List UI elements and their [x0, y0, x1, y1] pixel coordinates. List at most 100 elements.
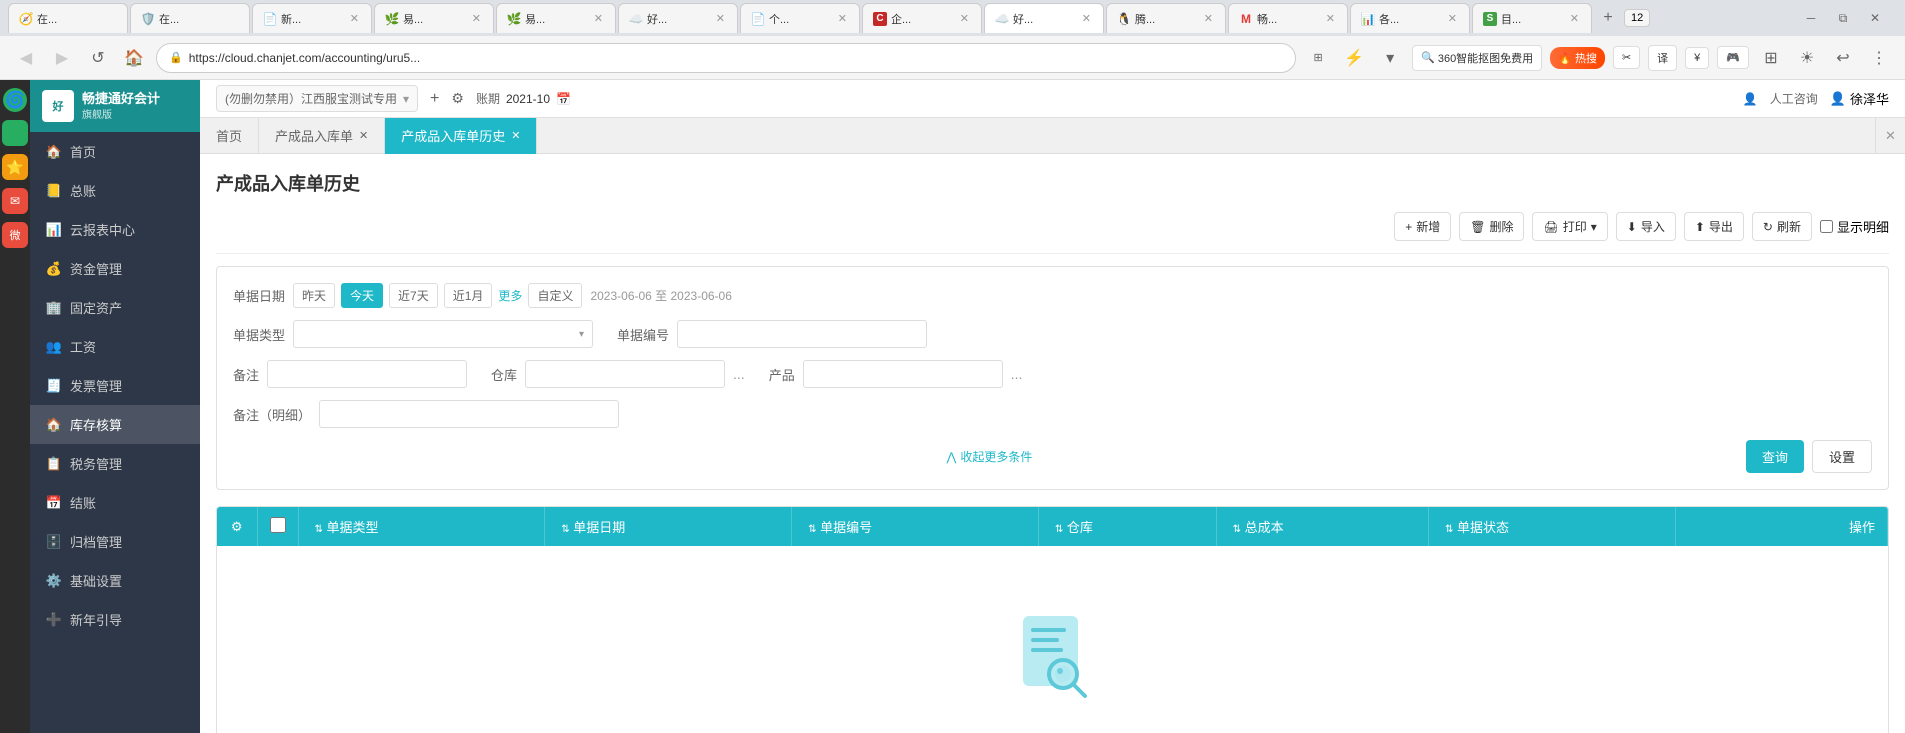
company-selector[interactable]: (勿删勿禁用）江西服宝测试专用 ▾	[216, 85, 418, 112]
tab-8-close[interactable]: ✕	[958, 11, 971, 26]
sidebar-item-new-guide[interactable]: ➕ 新年引导	[30, 600, 200, 639]
home-button[interactable]: 🏠	[120, 44, 148, 72]
tab-home[interactable]: 首页	[200, 118, 259, 154]
sidebar-item-close[interactable]: 📅 结账	[30, 483, 200, 522]
browser-tab-13[interactable]: S 目... ✕	[1472, 3, 1592, 33]
product-input[interactable]	[803, 360, 1003, 388]
browser-tab-11[interactable]: M 畅... ✕	[1228, 3, 1348, 33]
detail-remark-input[interactable]	[319, 400, 619, 428]
sidebar-item-basic[interactable]: ⚙️ 基础设置	[30, 561, 200, 600]
sidebar-item-fund[interactable]: 💰 资金管理	[30, 249, 200, 288]
hot-search-button[interactable]: 🔥 热搜	[1550, 47, 1605, 69]
tab-5-close[interactable]: ✕	[592, 11, 605, 26]
add-company-button[interactable]: +	[430, 90, 439, 108]
browser-tab-9[interactable]: ☁️ 好... ✕	[984, 3, 1104, 33]
print-button[interactable]: 🖨 打印 ▾	[1532, 212, 1607, 241]
yesterday-button[interactable]: 昨天	[293, 283, 335, 308]
app-logo[interactable]: 🌀	[3, 88, 27, 112]
warehouse-dots[interactable]: ...	[733, 366, 745, 382]
custom-date-button[interactable]: 自定义	[528, 283, 582, 308]
forward-button[interactable]: ▶	[48, 44, 76, 72]
import-button[interactable]: ⬇ 导入	[1616, 212, 1676, 241]
tab-9-close[interactable]: ✕	[1080, 11, 1093, 26]
calendar-icon[interactable]: 📅	[556, 92, 571, 106]
sidebar-item-home[interactable]: 🏠 首页	[30, 132, 200, 171]
sidebar-item-payroll[interactable]: 👥 工资	[30, 327, 200, 366]
tab-4-close[interactable]: ✕	[470, 11, 483, 26]
refresh-page-button[interactable]: ↻ 刷新	[1752, 212, 1812, 241]
tab-13-close[interactable]: ✕	[1568, 11, 1581, 26]
tab-count-badge[interactable]: 12	[1624, 9, 1650, 27]
browser-tab-3[interactable]: 📄 新... ✕	[252, 3, 372, 33]
more-button[interactable]: ⋮	[1865, 44, 1893, 72]
col-voucher-no[interactable]: ⇅ 单据编号	[792, 507, 1039, 546]
col-warehouse[interactable]: ⇅ 仓库	[1038, 507, 1216, 546]
extensions-button[interactable]: ⊞	[1304, 44, 1332, 72]
select-all-checkbox[interactable]	[270, 517, 286, 533]
app-icon-mail[interactable]: ✉	[2, 188, 28, 214]
lightning-button[interactable]: ⚡	[1340, 44, 1368, 72]
app-icon-star[interactable]: ⭐	[2, 154, 28, 180]
close-button[interactable]: ✕	[1861, 4, 1889, 32]
export-button[interactable]: ⬆ 导出	[1684, 212, 1744, 241]
voucher-type-select[interactable]: ▾	[293, 320, 593, 348]
address-dropdown[interactable]: ▾	[1376, 44, 1404, 72]
warehouse-input[interactable]	[525, 360, 725, 388]
sidebar-item-fixed[interactable]: 🏢 固定资产	[30, 288, 200, 327]
tab-list[interactable]: 产成品入库单 ✕	[259, 118, 385, 154]
tab-history[interactable]: 产成品入库单历史 ✕	[385, 118, 537, 154]
browser-tab-4[interactable]: 🌿 易... ✕	[374, 3, 494, 33]
voucher-no-input[interactable]	[677, 320, 927, 348]
back-button[interactable]: ◀	[12, 44, 40, 72]
week-button[interactable]: 近7天	[389, 283, 438, 308]
tab-3-close[interactable]: ✕	[348, 11, 361, 26]
tab-11-close[interactable]: ✕	[1324, 11, 1337, 26]
tab-12-close[interactable]: ✕	[1446, 11, 1459, 26]
close-panel-button[interactable]: ✕	[1875, 118, 1905, 154]
browser-tab-6[interactable]: ☁️ 好... ✕	[618, 3, 738, 33]
product-dots[interactable]: ...	[1011, 366, 1023, 382]
browser-tab-10[interactable]: 🐧 腾... ✕	[1106, 3, 1226, 33]
app-icon-green[interactable]	[2, 120, 28, 146]
user-service-link[interactable]: 👤 人工咨询	[1743, 90, 1818, 107]
undo-button[interactable]: ↩	[1829, 44, 1857, 72]
user-avatar[interactable]: 👤 徐泽华	[1830, 89, 1889, 108]
settings-icon[interactable]: ⚙	[451, 90, 464, 107]
show-detail-checkbox[interactable]: 显示明细	[1820, 217, 1889, 236]
collapse-button[interactable]: ⋀ 收起更多条件	[947, 448, 1033, 465]
sidebar-item-tax[interactable]: 📋 税务管理	[30, 444, 200, 483]
restore-button[interactable]: ⧉	[1829, 4, 1857, 32]
tab-add-button[interactable]: +	[1594, 4, 1622, 32]
col-voucher-date[interactable]: ⇅ 单据日期	[545, 507, 792, 546]
tab-history-close[interactable]: ✕	[511, 129, 520, 142]
more-date-button[interactable]: 更多	[498, 287, 522, 304]
search-box[interactable]: 🔍 360智能抠图免费用	[1412, 45, 1542, 71]
tab-list-close[interactable]: ✕	[359, 129, 368, 142]
month-button[interactable]: 近1月	[444, 283, 493, 308]
sidebar-item-inventory[interactable]: 🏠 库存核算	[30, 405, 200, 444]
settings-search-button[interactable]: 设置	[1812, 440, 1872, 473]
grid-button[interactable]: ⊞	[1757, 44, 1785, 72]
address-bar[interactable]: 🔒 https://cloud.chanjet.com/accounting/u…	[156, 43, 1296, 73]
sun-button[interactable]: ☀	[1793, 44, 1821, 72]
refresh-button[interactable]: ↺	[84, 44, 112, 72]
browser-tab-1[interactable]: 🧭 在...	[8, 3, 128, 33]
today-button[interactable]: 今天	[341, 283, 383, 308]
tab-10-close[interactable]: ✕	[1202, 11, 1215, 26]
col-voucher-type[interactable]: ⇅ 单据类型	[298, 507, 545, 546]
sidebar-item-invoice[interactable]: 🧾 发票管理	[30, 366, 200, 405]
yuan-button[interactable]: ¥	[1685, 47, 1709, 69]
scissors-button[interactable]: ✂	[1613, 46, 1640, 69]
gear-icon[interactable]: ⚙	[231, 519, 243, 534]
browser-tab-12[interactable]: 📊 各... ✕	[1350, 3, 1470, 33]
browser-tab-5[interactable]: 🌿 易... ✕	[496, 3, 616, 33]
game-button[interactable]: 🎮	[1717, 46, 1749, 69]
translate-button[interactable]: 译	[1648, 45, 1677, 71]
tab-6-close[interactable]: ✕	[714, 11, 727, 26]
remark-input[interactable]	[267, 360, 467, 388]
browser-tab-7[interactable]: 📄 个... ✕	[740, 3, 860, 33]
query-button[interactable]: 查询	[1746, 440, 1804, 473]
show-detail-checkbox-input[interactable]	[1820, 220, 1833, 233]
col-voucher-status[interactable]: ⇅ 单据状态	[1428, 507, 1675, 546]
delete-button[interactable]: 🗑 删除	[1459, 212, 1524, 241]
